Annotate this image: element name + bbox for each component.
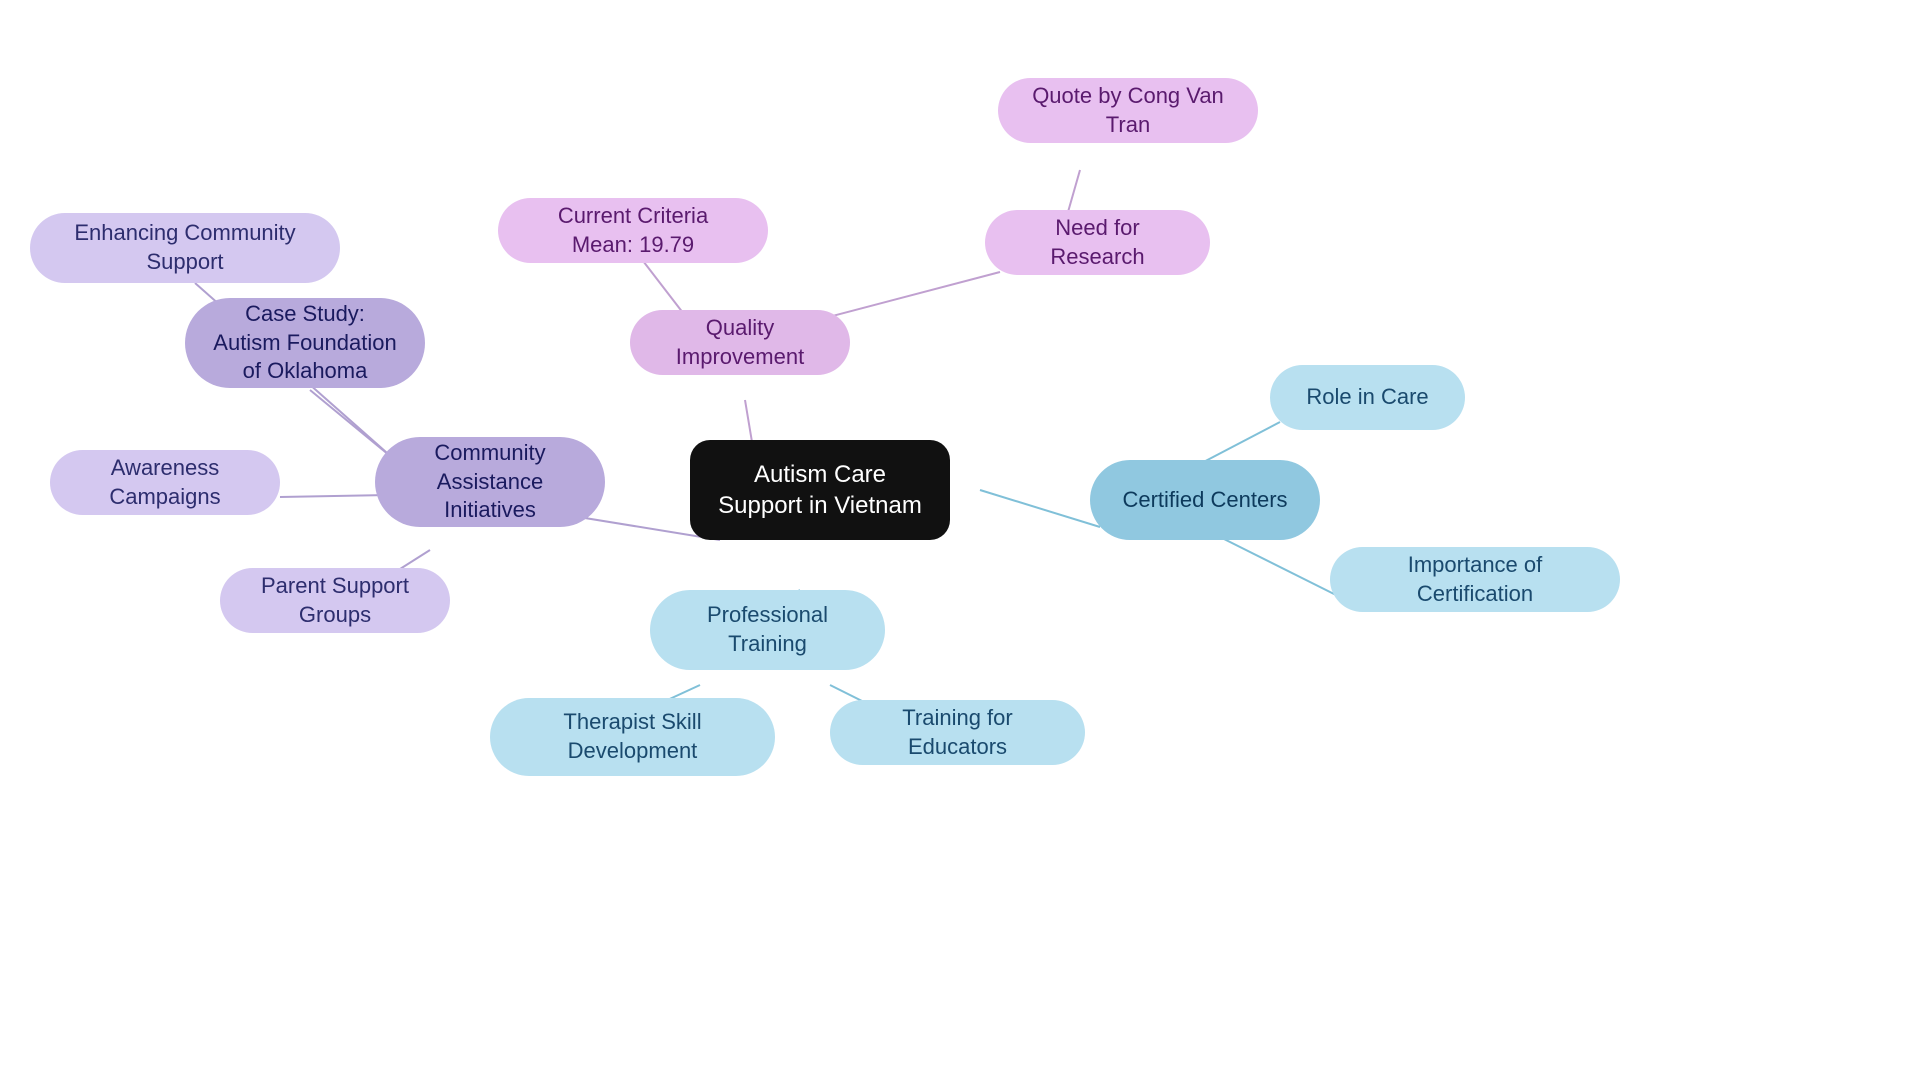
current-criteria-node: Current Criteria Mean: 19.79 bbox=[498, 198, 768, 263]
quality-improvement-node: Quality Improvement bbox=[630, 310, 850, 375]
awareness-campaigns-node: Awareness Campaigns bbox=[50, 450, 280, 515]
importance-cert-node: Importance of Certification bbox=[1330, 547, 1620, 612]
quality-improvement-label: Quality Improvement bbox=[658, 314, 822, 371]
training-educators-node: Training for Educators bbox=[830, 700, 1085, 765]
certified-centers-node: Certified Centers bbox=[1090, 460, 1320, 540]
need-research-node: Need for Research bbox=[985, 210, 1210, 275]
role-in-care-node: Role in Care bbox=[1270, 365, 1465, 430]
case-study-node: Case Study: Autism Foundation of Oklahom… bbox=[185, 298, 425, 388]
case-study-label: Case Study: Autism Foundation of Oklahom… bbox=[213, 300, 397, 386]
parent-support-node: Parent Support Groups bbox=[220, 568, 450, 633]
therapist-skill-label: Therapist Skill Development bbox=[518, 708, 747, 765]
therapist-skill-node: Therapist Skill Development bbox=[490, 698, 775, 776]
community-assistance-node: Community Assistance Initiatives bbox=[375, 437, 605, 527]
quote-node: Quote by Cong Van Tran bbox=[998, 78, 1258, 143]
center-label: Autism Care Support in Vietnam bbox=[718, 459, 922, 521]
awareness-label: Awareness Campaigns bbox=[78, 454, 252, 511]
enhancing-community-node: Enhancing Community Support bbox=[30, 213, 340, 283]
connection-lines bbox=[0, 0, 1920, 1083]
center-node: Autism Care Support in Vietnam bbox=[690, 440, 950, 540]
current-criteria-label: Current Criteria Mean: 19.79 bbox=[526, 202, 740, 259]
quote-label: Quote by Cong Van Tran bbox=[1026, 82, 1230, 139]
parent-support-label: Parent Support Groups bbox=[248, 572, 422, 629]
enhancing-community-label: Enhancing Community Support bbox=[58, 219, 312, 276]
training-educators-label: Training for Educators bbox=[858, 704, 1057, 761]
community-assistance-label: Community Assistance Initiatives bbox=[403, 439, 577, 525]
professional-training-label: Professional Training bbox=[678, 601, 857, 658]
role-in-care-label: Role in Care bbox=[1306, 383, 1428, 412]
certified-centers-label: Certified Centers bbox=[1122, 486, 1287, 515]
importance-cert-label: Importance of Certification bbox=[1358, 551, 1592, 608]
professional-training-node: Professional Training bbox=[650, 590, 885, 670]
need-research-label: Need for Research bbox=[1013, 214, 1182, 271]
